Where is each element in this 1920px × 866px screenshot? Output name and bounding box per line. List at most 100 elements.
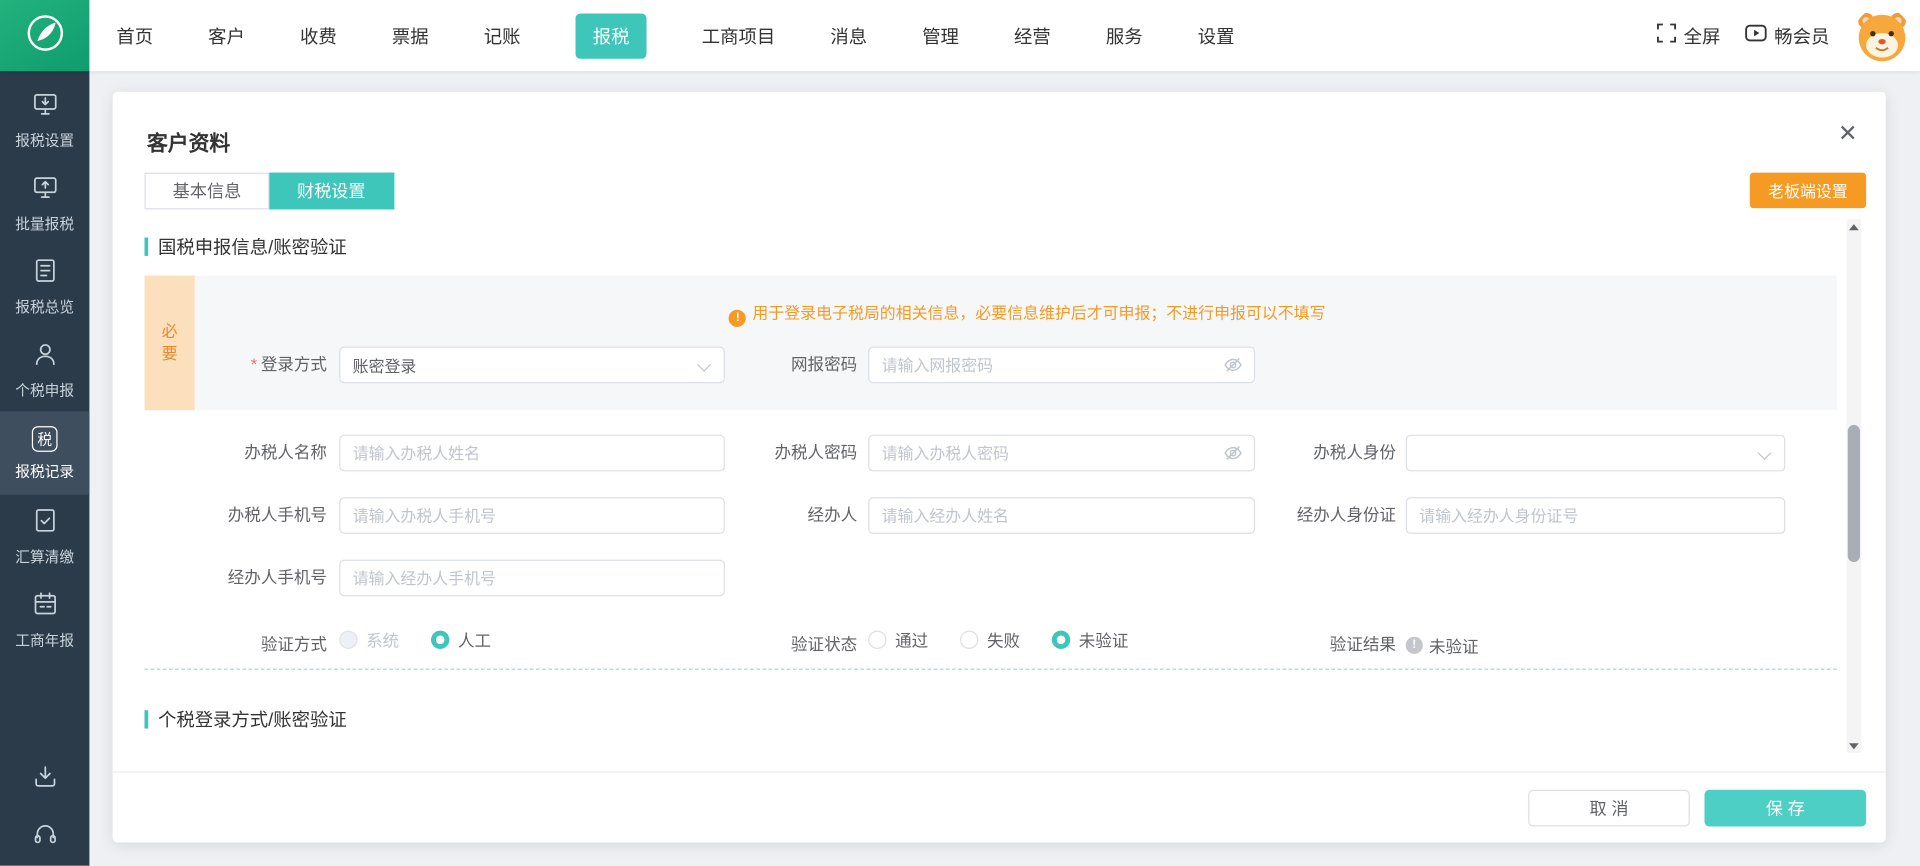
section-divider [144, 668, 1837, 670]
required-tag: 必要 [144, 275, 195, 411]
nav-item-home[interactable]: 首页 [116, 23, 153, 49]
scrollbar-track[interactable] [1847, 234, 1862, 738]
nav-item-tax-filing[interactable]: 报税 [575, 12, 647, 59]
notice-text: ! 用于登录电子税局的相关信息，必要信息维护后才可申报；不进行申报可以不填写 [218, 300, 1837, 327]
sidebar-item-annual-report[interactable]: 工商年报 [0, 578, 89, 661]
side-nav: 报税设置 批量报税 报税总览 个税申报 税 报税记录 汇算清缴 工商年报 [0, 71, 90, 866]
support-headset-icon[interactable] [31, 820, 58, 853]
tax-overview-icon [31, 257, 58, 288]
scroll-up-icon[interactable] [1847, 219, 1862, 234]
fullscreen-icon [1657, 23, 1677, 47]
radio-dot [339, 630, 358, 649]
scroll-down-icon[interactable] [1847, 738, 1862, 753]
taxpayer-password-input[interactable] [868, 434, 1256, 472]
sidebar-item-tax-settings[interactable]: 报税设置 [0, 78, 89, 161]
agent-id-input[interactable] [1405, 497, 1786, 534]
dialog-footer: 取 消 保 存 [112, 771, 1886, 843]
dialog-title: 客户资料 [146, 132, 231, 156]
verify-result: ! 未验证 [1405, 633, 1479, 657]
verify-result-label: 验证结果 [1329, 635, 1396, 654]
personal-tax-icon [31, 340, 58, 371]
verify-method-group: 系统 人工 [339, 627, 523, 651]
mascot-avatar[interactable] [1854, 7, 1910, 63]
annual-report-icon [31, 590, 58, 621]
member-label: 畅会员 [1774, 26, 1830, 48]
sidebar-item-personal-tax[interactable]: 个税申报 [0, 328, 89, 411]
taxpayer-identity-label: 办税人身份 [1313, 443, 1396, 462]
nav-item-billing[interactable]: 收费 [300, 23, 337, 49]
fullscreen-button[interactable]: 全屏 [1657, 23, 1721, 49]
radio-passed[interactable]: 通过 [868, 627, 928, 651]
client-download-icon[interactable] [31, 763, 58, 796]
radio-system[interactable]: 系统 [339, 627, 399, 651]
nav-item-customers[interactable]: 客户 [208, 23, 245, 49]
tax-record-icon: 税 [31, 425, 58, 452]
nav-item-messages[interactable]: 消息 [830, 23, 867, 49]
agent-id-label: 经办人身份证 [1296, 505, 1396, 525]
login-method-value: 账密登录 [352, 356, 417, 376]
login-method-select[interactable]: 账密登录 [339, 346, 725, 384]
radio-dot [1051, 630, 1071, 649]
sidebar-item-label: 报税记录 [15, 462, 75, 480]
sidebar-item-batch-filing[interactable]: 批量报税 [0, 162, 89, 245]
sidebar-item-label: 工商年报 [15, 631, 75, 649]
radio-manual[interactable]: 人工 [431, 627, 491, 651]
fullscreen-label: 全屏 [1683, 26, 1721, 48]
taxpayer-identity-select[interactable] [1405, 434, 1786, 472]
app-root: 首页 客户 收费 票据 记账 报税 工商项目 消息 管理 经营 服务 设置 全屏 [0, 0, 1920, 866]
tab-finance-tax-settings[interactable]: 财税设置 [269, 172, 395, 210]
section-national-tax: 国税申报信息/账密验证 [144, 234, 347, 260]
nav-item-bookkeeping[interactable]: 记账 [484, 23, 521, 49]
radio-label: 系统 [366, 631, 400, 651]
chevron-down-icon [1757, 446, 1772, 460]
nav-item-invoices[interactable]: 票据 [392, 23, 429, 49]
leaf-logo-icon [24, 12, 66, 60]
login-method-label: * 登录方式 [250, 355, 327, 374]
verify-method-label: 验证方式 [260, 635, 327, 654]
taxpayer-name-input[interactable] [339, 434, 725, 472]
nav-item-settings[interactable]: 设置 [1198, 23, 1235, 49]
save-button[interactable]: 保 存 [1704, 789, 1867, 826]
app-logo[interactable] [0, 0, 90, 72]
boss-side-settings-button[interactable]: 老板端设置 [1749, 172, 1867, 209]
agent-phone-input[interactable] [339, 559, 725, 597]
section-title: 个税登录方式/账密验证 [157, 710, 347, 732]
info-icon: ! [1405, 636, 1423, 654]
radio-dot [960, 630, 979, 649]
tab-basic-info[interactable]: 基本信息 [144, 172, 270, 210]
nav-item-operations[interactable]: 经营 [1014, 23, 1051, 49]
taxpayer-phone-input[interactable] [339, 497, 725, 534]
radio-dot [431, 630, 450, 649]
nav-item-services[interactable]: 服务 [1106, 23, 1143, 49]
agent-name-input[interactable] [868, 497, 1256, 534]
web-password-label: 网报密码 [791, 355, 858, 374]
cancel-button[interactable]: 取 消 [1528, 789, 1690, 826]
sidebar-item-label: 个税申报 [15, 381, 75, 399]
scrollbar-thumb[interactable] [1847, 424, 1860, 563]
required-info-block: 必要 ! 用于登录电子税局的相关信息，必要信息维护后才可申报；不进行申报可以不填写 [144, 275, 1837, 411]
close-icon[interactable]: ✕ [1832, 119, 1864, 151]
play-video-icon [1745, 23, 1767, 47]
info-icon: ! [729, 309, 747, 327]
password-visibility-icon[interactable] [1223, 355, 1245, 377]
member-button[interactable]: 畅会员 [1745, 23, 1830, 49]
topbar-right: 全屏 畅会员 [1657, 7, 1920, 63]
sidebar-item-tax-records[interactable]: 税 报税记录 [0, 411, 90, 495]
nav-item-business-projects[interactable]: 工商项目 [702, 23, 775, 49]
verify-result-value: 未验证 [1428, 637, 1479, 657]
sidebar-item-final-settlement[interactable]: 汇算清缴 [0, 495, 89, 578]
customer-profile-dialog: 客户资料 ✕ 基本信息 财税设置 老板端设置 国税申报信息/账密验证 必要 ! 用… [112, 91, 1886, 843]
nav-item-management[interactable]: 管理 [922, 23, 959, 49]
scrollbar[interactable] [1846, 219, 1862, 754]
web-password-input[interactable] [868, 346, 1256, 384]
radio-label: 通过 [895, 631, 929, 651]
section-personal-tax: 个税登录方式/账密验证 [144, 707, 347, 733]
radio-unverified[interactable]: 未验证 [1051, 627, 1128, 651]
sidebar-item-tax-overview[interactable]: 报税总览 [0, 245, 89, 328]
radio-dot [868, 630, 887, 649]
agent-label: 经办人 [807, 505, 858, 525]
radio-label: 失败 [986, 631, 1020, 651]
radio-failed[interactable]: 失败 [960, 627, 1020, 651]
sidebar-item-label: 报税设置 [15, 131, 75, 149]
radio-label: 人工 [457, 631, 492, 651]
